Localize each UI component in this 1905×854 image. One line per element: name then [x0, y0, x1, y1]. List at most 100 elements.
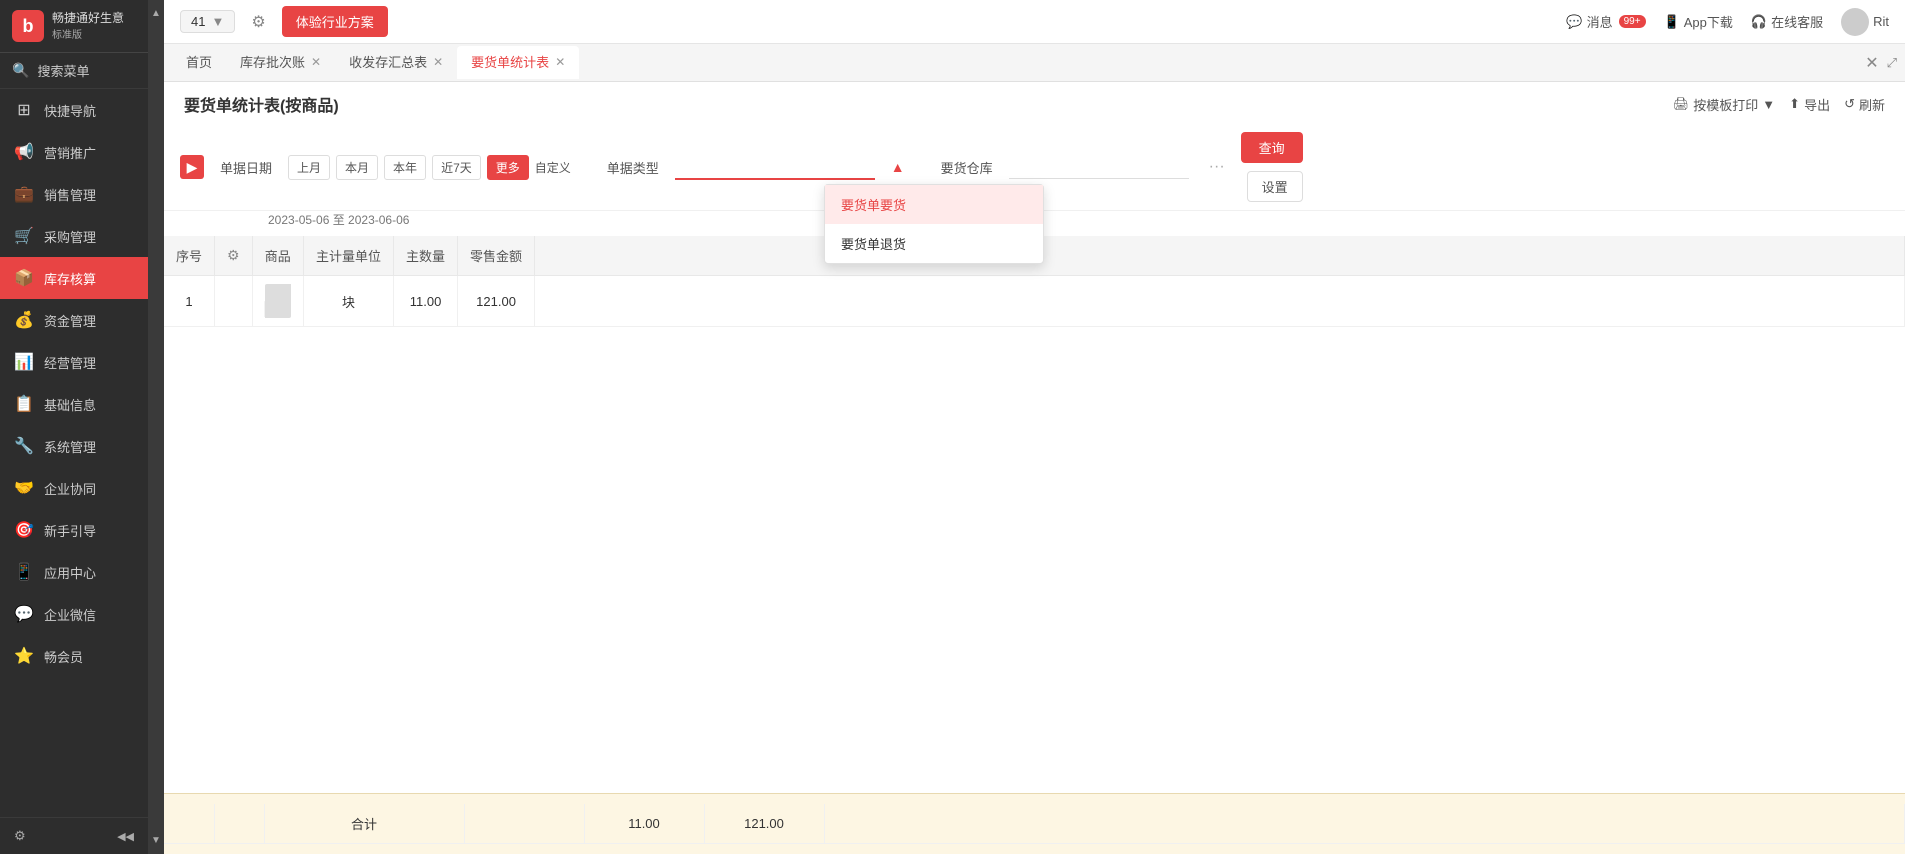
cell-quantity: 11.00 [394, 276, 458, 327]
trial-button[interactable]: 体验行业方案 [282, 6, 388, 37]
refresh-button[interactable]: ↺ 刷新 [1844, 95, 1885, 114]
marketing-icon: 📢 [14, 142, 34, 162]
sidebar-item-label: 资金管理 [44, 311, 96, 330]
dropdown-item-order-return[interactable]: 要货单退货 [825, 224, 1043, 263]
close-receive-summary-icon[interactable]: ✕ [433, 55, 443, 69]
date-this-year-btn[interactable]: 本年 [384, 155, 426, 180]
online-service-button[interactable]: 🎧 在线客服 [1751, 12, 1823, 31]
tabs-bar: 首页 库存批次账 ✕ 收发存汇总表 ✕ 要货单统计表 ✕ ✕ ⤢ [164, 44, 1905, 82]
col-product: 商品 [252, 236, 303, 276]
close-all-tabs-icon[interactable]: ✕ [1865, 53, 1878, 73]
sidebar-item-member[interactable]: ⭐ 畅会员 [0, 635, 148, 677]
date-7days-btn[interactable]: 近7天 [432, 155, 481, 180]
top-header: 41 ▼ ⚙ 体验行业方案 💬 消息 99+ 📱 App下载 🎧 在线客服 [164, 0, 1905, 44]
inventory-icon: 📦 [14, 268, 34, 288]
filter-expand-button[interactable]: ▶ [180, 155, 204, 179]
summary-row: 合计 11.00 121.00 [164, 804, 1905, 844]
col-amount: 零售金额 [458, 236, 535, 276]
type-input[interactable] [675, 155, 875, 180]
sidebar-item-label: 库存核算 [44, 269, 96, 288]
sidebar-item-system[interactable]: 🔧 系统管理 [0, 425, 148, 467]
summary-quantity: 11.00 [584, 804, 704, 844]
summary-bar: 合计 11.00 121.00 [164, 793, 1905, 854]
user-avatar-area[interactable]: Rit [1841, 8, 1889, 36]
date-custom-btn[interactable]: 自定义 [535, 159, 571, 176]
query-button[interactable]: 查询 [1241, 132, 1303, 163]
expand-tabs-icon[interactable]: ⤢ [1887, 55, 1897, 71]
sales-icon: 💼 [14, 184, 34, 204]
page-title: 要货单统计表(按商品) [184, 92, 339, 116]
sidebar-item-label: 经营管理 [44, 353, 96, 372]
sidebar-scrollbar[interactable]: ▲ ▼ [148, 0, 164, 854]
settings-icon[interactable]: ⚙ [14, 828, 26, 844]
print-template-button[interactable]: 🖨 按模板打印 ▼ [1673, 95, 1775, 114]
set-button[interactable]: 设置 [1247, 171, 1303, 202]
sidebar-item-wechat[interactable]: 💬 企业微信 [0, 593, 148, 635]
base-icon: 📋 [14, 394, 34, 414]
finance-icon: 💰 [14, 310, 34, 330]
logo-title: 畅捷通好生意 [52, 11, 124, 27]
app-center-icon: 📱 [14, 562, 34, 582]
date-last-month-btn[interactable]: 上月 [288, 155, 330, 180]
store-num-value: 41 [191, 14, 205, 29]
sidebar: b 畅捷通好生意 标准版 🔍 搜索菜单 ⊞ 快捷导航 📢 营销推广 💼 销售管理… [0, 0, 148, 854]
messages-button[interactable]: 💬 消息 99+ [1566, 12, 1645, 31]
tab-home[interactable]: 首页 [172, 46, 226, 79]
sidebar-item-sales[interactable]: 💼 销售管理 [0, 173, 148, 215]
service-icon: 🎧 [1751, 14, 1767, 30]
sidebar-item-marketing[interactable]: 📢 营销推广 [0, 131, 148, 173]
close-inventory-batch-icon[interactable]: ✕ [311, 55, 321, 69]
app-download-button[interactable]: 📱 App下载 [1664, 12, 1733, 31]
date-this-month-btn[interactable]: 本月 [336, 155, 378, 180]
type-chevron-up-icon[interactable]: ▲ [891, 159, 905, 175]
collapse-icon[interactable]: ◀◀ [117, 830, 134, 843]
sidebar-item-app-center[interactable]: 📱 应用中心 [0, 551, 148, 593]
message-label: 消息 [1587, 12, 1613, 31]
sidebar-item-label: 新手引导 [44, 521, 96, 540]
sidebar-item-inventory[interactable]: 📦 库存核算 [0, 257, 148, 299]
app-download-label: App下载 [1684, 12, 1733, 31]
search-icon: 🔍 [12, 62, 29, 79]
warehouse-input[interactable] [1009, 155, 1189, 179]
search-menu[interactable]: 🔍 搜索菜单 [0, 53, 148, 89]
export-button[interactable]: ⬆ 导出 [1789, 95, 1830, 114]
date-more-btn[interactable]: 更多 [487, 155, 529, 180]
system-icon: 🔧 [14, 436, 34, 456]
filter-more-icon[interactable]: ··· [1209, 158, 1225, 176]
search-label: 搜索菜单 [37, 61, 89, 80]
col-settings[interactable]: ⚙ [215, 236, 253, 276]
title-actions: 🖨 按模板打印 ▼ ⬆ 导出 ↺ 刷新 [1673, 95, 1885, 114]
header-left: 41 ▼ ⚙ 体验行业方案 [180, 6, 388, 37]
tab-home-label: 首页 [186, 52, 212, 71]
type-label: 单据类型 [607, 158, 659, 177]
close-order-stats-icon[interactable]: ✕ [555, 55, 565, 69]
sidebar-item-quick-nav[interactable]: ⊞ 快捷导航 [0, 89, 148, 131]
tab-receive-summary[interactable]: 收发存汇总表 ✕ [335, 46, 457, 79]
chevron-down-icon[interactable]: ▼ [1762, 97, 1775, 112]
sidebar-item-purchase[interactable]: 🛒 采购管理 [0, 215, 148, 257]
sidebar-item-base[interactable]: 📋 基础信息 [0, 383, 148, 425]
scroll-up-icon[interactable]: ▲ [151, 8, 161, 19]
scroll-down-icon[interactable]: ▼ [151, 835, 161, 846]
column-settings-icon[interactable]: ⚙ [227, 247, 240, 263]
tab-inventory-batch[interactable]: 库存批次账 ✕ [226, 46, 335, 79]
sidebar-nav: ⊞ 快捷导航 📢 营销推广 💼 销售管理 🛒 采购管理 📦 库存核算 💰 资金管… [0, 89, 148, 817]
chevron-down-icon[interactable]: ▼ [211, 14, 224, 29]
summary-label: 合计 [264, 804, 464, 844]
sidebar-item-finance[interactable]: 💰 资金管理 [0, 299, 148, 341]
sidebar-item-business[interactable]: 📊 经营管理 [0, 341, 148, 383]
sidebar-item-collab[interactable]: 🤝 企业协同 [0, 467, 148, 509]
sidebar-item-newbie[interactable]: 🎯 新手引导 [0, 509, 148, 551]
avatar [1841, 8, 1869, 36]
date-buttons: 上月 本月 本年 近7天 更多 自定义 [288, 155, 571, 180]
cell-extra [535, 276, 1905, 327]
message-badge: 99+ [1619, 15, 1646, 28]
cell-seq: 1 [164, 276, 215, 327]
dropdown-item-order-goods[interactable]: 要货单要货 [825, 185, 1043, 224]
header-gear-icon[interactable]: ⚙ [251, 12, 265, 32]
main-area: 41 ▼ ⚙ 体验行业方案 💬 消息 99+ 📱 App下载 🎧 在线客服 [164, 0, 1905, 854]
cell-unit: 块 [304, 276, 394, 327]
tab-order-stats[interactable]: 要货单统计表 ✕ [457, 46, 579, 79]
sidebar-item-label: 采购管理 [44, 227, 96, 246]
sidebar-item-label: 企业协同 [44, 479, 96, 498]
